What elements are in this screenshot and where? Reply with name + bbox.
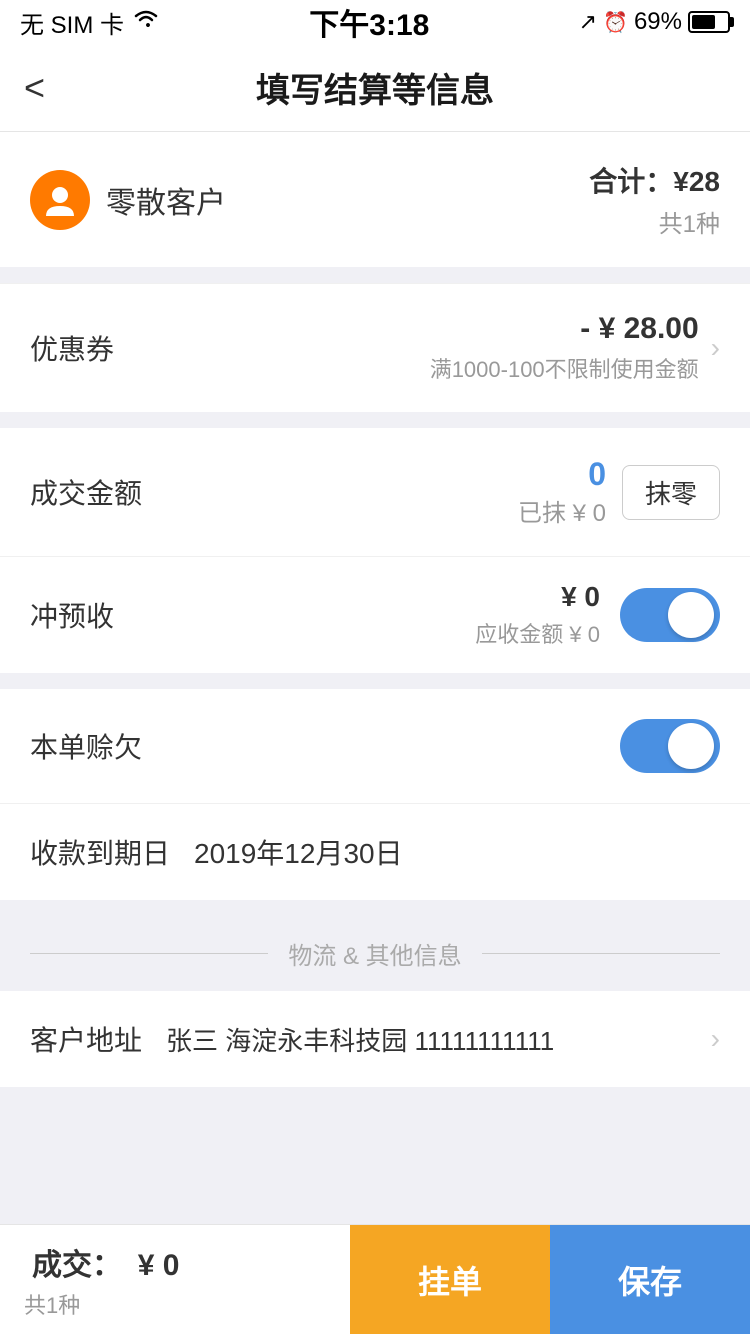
address-value: 张三 海淀永丰科技园 11111111111 — [166, 1021, 711, 1058]
coupon-section: 优惠券 - ¥ 28.00 满1000-100不限制使用金额 › — [0, 283, 750, 412]
address-label: 客户地址 — [30, 1019, 142, 1059]
divider-text: 物流 & 其他信息 — [268, 936, 481, 971]
avatar — [30, 170, 90, 230]
transaction-amount-row: 成交金额 0 已抹 ¥ 0 抹零 — [0, 428, 750, 556]
customer-row: 零散客户 合计：¥28 共1种 — [0, 132, 750, 267]
already-rounded: 已抹 ¥ 0 — [518, 493, 606, 528]
prepay-label: 冲预收 — [30, 595, 114, 635]
trade-amount: ¥ 0 — [138, 1249, 180, 1282]
location-icon: ↗ — [579, 9, 597, 35]
bottom-trade-row: 成交： ¥ 0 — [24, 1240, 326, 1284]
coupon-row[interactable]: 优惠券 - ¥ 28.00 满1000-100不限制使用金额 › — [0, 283, 750, 412]
due-date-row: 收款到期日 2019年12月30日 — [0, 803, 750, 900]
transaction-label: 成交金额 — [30, 472, 142, 512]
due-date-value: 2019年12月30日 — [194, 832, 403, 872]
chevron-icon: › — [711, 332, 720, 364]
coupon-desc: 满1000-100不限制使用金额 — [430, 352, 699, 384]
amount-right: 0 已抹 ¥ 0 抹零 — [518, 456, 720, 528]
customer-right: 合计：¥28 共1种 — [589, 160, 720, 239]
prepay-toggle[interactable] — [620, 588, 720, 642]
status-right: ↗ ⏰ 69% — [579, 8, 730, 36]
trade-label: 成交： — [32, 1249, 122, 1282]
status-time: 下午3:18 — [309, 0, 429, 44]
bottom-count: 共1种 — [24, 1288, 326, 1320]
round-zero-button[interactable]: 抹零 — [622, 465, 720, 520]
status-bar: 无 SIM 卡 下午3:18 ↗ ⏰ 69% — [0, 0, 750, 44]
due-date-label: 收款到期日 — [30, 832, 170, 872]
status-left: 无 SIM 卡 — [20, 5, 160, 40]
back-button[interactable]: < — [24, 67, 45, 109]
battery-icon — [688, 11, 730, 33]
coupon-discount: - ¥ 28.00 — [430, 312, 699, 346]
prepay-right: ¥ 0 应收金额 ¥ 0 — [475, 581, 720, 649]
transaction-section: 成交金额 0 已抹 ¥ 0 抹零 冲预收 ¥ 0 应收金额 ¥ 0 — [0, 428, 750, 673]
total-amount: 合计：¥28 — [589, 160, 720, 200]
total-count: 共1种 — [589, 204, 720, 239]
credit-toggle-knob — [668, 723, 714, 769]
coupon-info: - ¥ 28.00 满1000-100不限制使用金额 — [430, 312, 699, 384]
alarm-icon: ⏰ — [603, 10, 628, 35]
coupon-right: - ¥ 28.00 满1000-100不限制使用金额 › — [430, 312, 720, 384]
address-row[interactable]: 客户地址 张三 海淀永丰科技园 11111111111 › — [0, 991, 750, 1087]
divider-section: 物流 & 其他信息 — [0, 916, 750, 991]
credit-section: 本单赊欠 收款到期日 2019年12月30日 — [0, 689, 750, 900]
prepay-amount: ¥ 0 — [475, 581, 600, 613]
carrier-text: 无 SIM 卡 — [20, 5, 124, 40]
hold-button[interactable]: 挂单 — [350, 1225, 550, 1334]
divider-line-left — [30, 953, 268, 954]
nav-bar: < 填写结算等信息 — [0, 44, 750, 132]
customer-name: 零散客户 — [106, 178, 226, 222]
page-title: 填写结算等信息 — [256, 63, 494, 112]
toggle-knob — [668, 592, 714, 638]
bottom-bar: 成交： ¥ 0 共1种 挂单 保存 — [0, 1224, 750, 1334]
credit-row: 本单赊欠 — [0, 689, 750, 803]
credit-label: 本单赊欠 — [30, 726, 142, 766]
customer-left: 零散客户 — [30, 170, 226, 230]
prepay-row: 冲预收 ¥ 0 应收金额 ¥ 0 — [0, 556, 750, 673]
prepay-amounts: ¥ 0 应收金额 ¥ 0 — [475, 581, 600, 649]
customer-section: 零散客户 合计：¥28 共1种 — [0, 132, 750, 267]
prepay-receivable: 应收金额 ¥ 0 — [475, 617, 600, 649]
address-chevron-icon: › — [711, 1023, 720, 1055]
battery-percent: 69% — [634, 8, 682, 36]
address-section: 客户地址 张三 海淀永丰科技园 11111111111 › — [0, 991, 750, 1087]
save-button[interactable]: 保存 — [550, 1225, 750, 1334]
coupon-label: 优惠券 — [30, 328, 114, 368]
credit-toggle[interactable] — [620, 719, 720, 773]
bottom-info: 成交： ¥ 0 共1种 — [0, 1240, 350, 1320]
wifi-icon — [132, 8, 160, 36]
divider-line-right — [482, 953, 720, 954]
transaction-value: 0 — [588, 456, 606, 492]
